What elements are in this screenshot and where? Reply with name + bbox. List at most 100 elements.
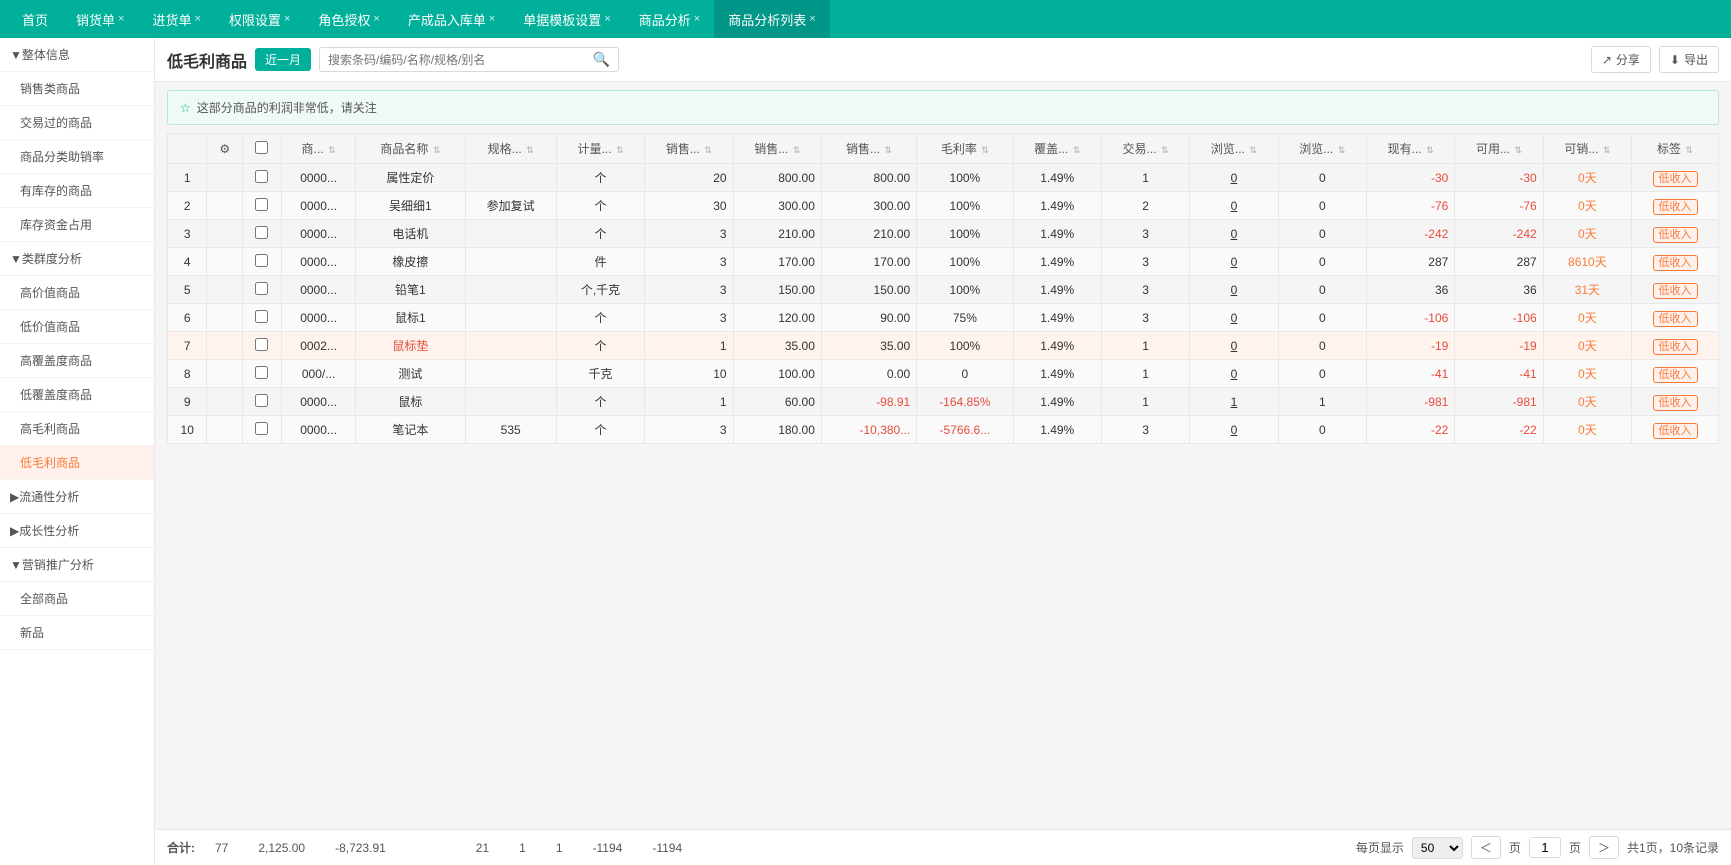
row-checkbox[interactable] — [255, 338, 268, 351]
row-views1-link[interactable]: 0 — [1231, 227, 1238, 241]
nav-item-销货单[interactable]: 销货单 × — [62, 0, 138, 38]
row-transaction: 3 — [1101, 248, 1189, 276]
row-gross-margin: 100% — [917, 332, 1013, 360]
row-checkbox[interactable] — [255, 198, 268, 211]
export-button[interactable]: ⬇ 导出 — [1659, 46, 1719, 73]
search-input[interactable] — [328, 53, 588, 67]
sidebar-item-全部商品[interactable]: 全部商品 — [0, 582, 154, 616]
nav-item-进货单[interactable]: 进货单 × — [138, 0, 214, 38]
sidebar-item-库存资金占用[interactable]: 库存资金占用 — [0, 208, 154, 242]
sidebar-group-类群度分析[interactable]: ▼类群度分析 — [0, 242, 154, 276]
sort-icon-coverage[interactable]: ⇅ — [1070, 145, 1080, 155]
row-checkbox[interactable] — [255, 422, 268, 435]
prev-page-button[interactable]: ＜ — [1471, 836, 1501, 859]
row-coverage: 1.49% — [1013, 360, 1101, 388]
row-settings — [207, 192, 243, 220]
row-current-stock: -41 — [1366, 360, 1454, 388]
row-checkbox[interactable] — [255, 226, 268, 239]
row-views2: 0 — [1278, 276, 1366, 304]
row-views1-link[interactable]: 0 — [1231, 283, 1238, 297]
sidebar-item-高价值商品[interactable]: 高价值商品 — [0, 276, 154, 310]
sort-icon-available[interactable]: ⇅ — [1512, 145, 1522, 155]
nav-item-商品分析[interactable]: 商品分析 × — [625, 0, 714, 38]
sidebar-item-商品分类助销率[interactable]: 商品分类助销率 — [0, 140, 154, 174]
row-tag-badge: 低收入 — [1653, 283, 1698, 299]
sidebar-item-高覆盖度商品[interactable]: 高覆盖度商品 — [0, 344, 154, 378]
nav-close-icon[interactable]: × — [694, 13, 700, 25]
sort-icon-unit[interactable]: ⇅ — [613, 145, 623, 155]
nav-item-角色授权[interactable]: 角色授权 × — [304, 0, 393, 38]
nav-close-icon[interactable]: × — [809, 13, 815, 25]
page-size-select[interactable]: 102050100 — [1412, 837, 1463, 859]
sidebar-group-流通性分析[interactable]: ▶流通性分析 — [0, 480, 154, 514]
sort-icon-spec[interactable]: ⇅ — [524, 145, 534, 155]
select-all-checkbox[interactable] — [255, 141, 268, 154]
row-code: 0000... — [281, 192, 355, 220]
row-checkbox[interactable] — [255, 366, 268, 379]
nav-item-商品分析列表[interactable]: 商品分析列表 × — [714, 0, 829, 38]
sidebar-item-低覆盖度商品[interactable]: 低覆盖度商品 — [0, 378, 154, 412]
row-views1-link[interactable]: 0 — [1231, 367, 1238, 381]
sidebar-item-销售类商品[interactable]: 销售类商品 — [0, 72, 154, 106]
row-checkbox[interactable] — [255, 282, 268, 295]
nav-close-icon[interactable]: × — [373, 13, 379, 25]
col-checkbox[interactable] — [242, 134, 281, 164]
sort-icon-current_stock[interactable]: ⇅ — [1424, 145, 1434, 155]
sidebar-item-交易过的商品[interactable]: 交易过的商品 — [0, 106, 154, 140]
nav-item-单据模板设置[interactable]: 单据模板设置 × — [509, 0, 624, 38]
sort-icon-sales_profit[interactable]: ⇅ — [882, 145, 892, 155]
sidebar: ▼整体信息销售类商品交易过的商品商品分类助销率有库存的商品库存资金占用▼类群度分… — [0, 38, 155, 865]
sidebar-item-低毛利商品[interactable]: 低毛利商品 — [0, 446, 154, 480]
sidebar-item-高毛利商品[interactable]: 高毛利商品 — [0, 412, 154, 446]
sort-icon-gross_margin[interactable]: ⇅ — [979, 145, 989, 155]
row-views1-link[interactable]: 0 — [1231, 171, 1238, 185]
row-checkbox[interactable] — [255, 394, 268, 407]
nav-close-icon[interactable]: × — [194, 13, 200, 25]
sort-icon-saleable[interactable]: ⇅ — [1600, 145, 1610, 155]
row-views1-link[interactable]: 0 — [1231, 199, 1238, 213]
sort-icon-tag[interactable]: ⇅ — [1683, 145, 1693, 155]
sort-icon-views2[interactable]: ⇅ — [1335, 145, 1345, 155]
page-label: 页 — [1509, 839, 1521, 856]
share-button[interactable]: ↗ 分享 — [1591, 46, 1651, 73]
row-current-stock: -30 — [1366, 164, 1454, 192]
sort-icon-transaction[interactable]: ⇅ — [1159, 145, 1169, 155]
col-settings[interactable]: ⚙ — [207, 134, 243, 164]
sort-icon-sales_amt[interactable]: ⇅ — [790, 145, 800, 155]
row-saleable: 0天 — [1543, 164, 1631, 192]
row-sales-profit: 150.00 — [821, 276, 916, 304]
nav-close-icon[interactable]: × — [489, 13, 495, 25]
row-views1-link[interactable]: 1 — [1231, 395, 1238, 409]
sort-icon-views1[interactable]: ⇅ — [1247, 145, 1257, 155]
row-tag: 低收入 — [1632, 164, 1719, 192]
row-sales-qty: 10 — [645, 360, 733, 388]
period-button[interactable]: 近一月 — [255, 48, 311, 71]
nav-item-产成品入库单[interactable]: 产成品入库单 × — [394, 0, 509, 38]
sidebar-group-营销推广分析[interactable]: ▼营销推广分析 — [0, 548, 154, 582]
sort-icon-sales_qty[interactable]: ⇅ — [702, 145, 712, 155]
row-views1-link[interactable]: 0 — [1231, 255, 1238, 269]
nav-close-icon[interactable]: × — [284, 13, 290, 25]
sort-icon-code[interactable]: ⇅ — [326, 145, 336, 155]
row-views1-link[interactable]: 0 — [1231, 311, 1238, 325]
nav-close-icon[interactable]: × — [604, 13, 610, 25]
row-checkbox[interactable] — [255, 170, 268, 183]
row-views1-link[interactable]: 0 — [1231, 423, 1238, 437]
row-checkbox[interactable] — [255, 254, 268, 267]
sidebar-item-低价值商品[interactable]: 低价值商品 — [0, 310, 154, 344]
row-views1-link[interactable]: 0 — [1231, 339, 1238, 353]
next-page-button[interactable]: ＞ — [1589, 836, 1619, 859]
sidebar-item-新品[interactable]: 新品 — [0, 616, 154, 650]
nav-item-首页[interactable]: 首页 — [8, 0, 62, 38]
row-sales-profit: 300.00 — [821, 192, 916, 220]
row-checkbox[interactable] — [255, 310, 268, 323]
total-info: 共1页，10条记录 — [1627, 839, 1719, 856]
sort-icon-name[interactable]: ⇅ — [430, 145, 440, 155]
sidebar-group-整体信息[interactable]: ▼整体信息 — [0, 38, 154, 72]
nav-item-权限设置[interactable]: 权限设置 × — [215, 0, 304, 38]
current-page-input[interactable] — [1529, 837, 1561, 858]
sidebar-item-有库存的商品[interactable]: 有库存的商品 — [0, 174, 154, 208]
nav-close-icon[interactable]: × — [118, 13, 124, 25]
row-settings — [207, 304, 243, 332]
sidebar-group-成长性分析[interactable]: ▶成长性分析 — [0, 514, 154, 548]
